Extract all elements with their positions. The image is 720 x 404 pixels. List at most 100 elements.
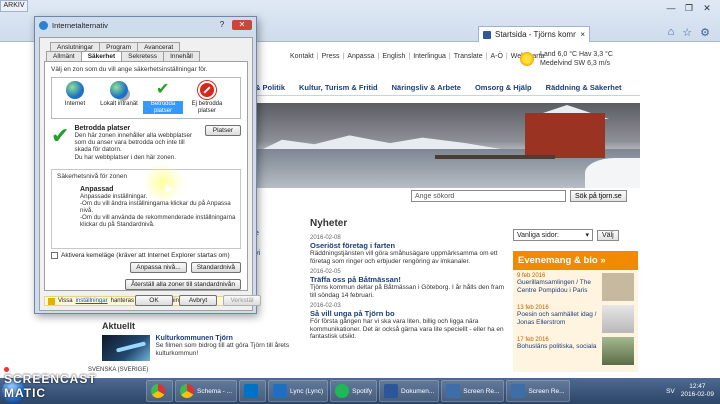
settings-gear-icon[interactable]: ⚙: [700, 26, 710, 39]
custom-level-button[interactable]: Anpassa nivå...: [130, 261, 187, 273]
event-item[interactable]: 13 feb 2016 Poesin och samhället idag / …: [517, 305, 634, 333]
taskbar-item-schema[interactable]: Schema - ...: [175, 380, 238, 402]
tab-privacy[interactable]: Sekretess: [121, 51, 165, 61]
dialog-close-button[interactable]: ✕: [232, 20, 252, 30]
tab-security[interactable]: Säkerhet: [80, 51, 123, 61]
protected-mode-row[interactable]: Aktivera kemeläge (kräver att Internet E…: [51, 251, 241, 259]
top-link-interlingua[interactable]: Interlingua: [410, 53, 449, 60]
trusted-checkmark-icon: ✔: [51, 123, 70, 148]
zone-info: ✔ Betrodda platser Den här zonen innehål…: [51, 125, 241, 161]
globe-icon: [66, 81, 84, 99]
news-headline[interactable]: Så vill unga på Tjörn bo: [310, 309, 510, 318]
common-pages-select[interactable]: Vanliga sidor: ▾: [513, 229, 593, 241]
favorites-icon[interactable]: ☆: [682, 26, 692, 39]
taskbar-item-lync[interactable]: Lync (Lync): [268, 380, 329, 402]
browser-tab[interactable]: Startsida - Tjörns kommun ×: [478, 26, 590, 42]
weather-temperature: Land 6,0 °C Hav 3,3 °C: [540, 51, 613, 58]
taskbar-label: Spotify: [352, 387, 373, 395]
news-item: 2016-02-08 Oseriöst företag i farten Räd…: [310, 235, 510, 265]
level-buttons: Anpassa nivå... Standardnivå: [51, 261, 241, 273]
close-window-button[interactable]: ✕: [700, 2, 714, 14]
aktuellt-video-thumbnail[interactable]: [102, 335, 150, 361]
taskbar-items: Schema - ... Lync (Lync) Spotify Dokumen…: [146, 380, 570, 402]
taskbar-item-screen-1[interactable]: Screen Re...: [441, 380, 505, 402]
screen-icon: [446, 384, 461, 398]
event-item[interactable]: 17 feb 2016 Bohusläns politiska, sociala: [517, 337, 634, 365]
top-link-customize[interactable]: Anpassa: [344, 53, 377, 60]
keyboard-language: SVENSKA (SVERIGE): [88, 367, 149, 373]
settings-link[interactable]: inställningar: [76, 298, 108, 304]
zone-local-intranet[interactable]: Lokalt intranät: [99, 81, 139, 115]
taskbar-item-word[interactable]: Dokumen...: [379, 380, 440, 402]
chrome-icon: [151, 384, 165, 398]
aktuellt-item[interactable]: Kulturkommunen Tjörn Se filmen som bidro…: [102, 335, 292, 361]
nav-politics[interactable]: & Politik: [255, 83, 285, 92]
zone-intro: Välj en zon som du vill ange säkerhetsin…: [51, 66, 208, 73]
lync-icon: [273, 384, 288, 398]
word-icon: [384, 384, 399, 398]
news-headline[interactable]: Oseriöst företag i farten: [310, 241, 510, 250]
aktuellt-headline[interactable]: Kulturkommunen Tjörn: [156, 335, 292, 342]
taskbar-item-spotify[interactable]: Spotify: [330, 380, 378, 402]
hero-image: [255, 103, 640, 188]
zone-internet[interactable]: Internet: [55, 81, 95, 115]
hero-house: [525, 113, 605, 158]
event-text[interactable]: Bohusläns politiska, sociala: [517, 343, 598, 351]
language-indicator[interactable]: SV: [666, 388, 675, 395]
minimize-button[interactable]: —: [664, 2, 678, 14]
search-button[interactable]: Sök på tjorn.se: [570, 190, 627, 202]
select-value: Vanliga sidor:: [517, 231, 559, 239]
news-text: Tjörns kommun deltar på Båtmässan i Göte…: [310, 284, 505, 299]
nav-care[interactable]: Omsorg & Hjälp: [475, 83, 532, 92]
cancel-button[interactable]: Avbryt: [179, 295, 217, 306]
protected-mode-checkbox[interactable]: [51, 251, 58, 259]
event-text[interactable]: Guerillamsamlingen / The Centre Pompidou…: [517, 279, 598, 294]
record-dot-icon: [4, 366, 9, 372]
hero-pier: [435, 155, 555, 159]
zone-description-2: Du har webbplatser i den här zonen.: [74, 153, 176, 161]
news-item: 2016-02-03 Så vill unga på Tjörn bo För …: [310, 303, 510, 341]
screen-icon: [511, 384, 526, 398]
clock[interactable]: 12:47 2016-02-09: [681, 383, 714, 399]
tab-general[interactable]: Allmänt: [46, 51, 82, 61]
tab-content[interactable]: Innehåll: [163, 51, 200, 61]
choose-button[interactable]: Välj: [597, 229, 619, 241]
taskbar-label: Screen Re...: [528, 387, 565, 395]
maximize-button[interactable]: ❐: [682, 2, 696, 14]
news-headline[interactable]: Träffa oss på Båtmässan!: [310, 275, 510, 284]
default-level-button[interactable]: Standardnivå: [190, 261, 241, 273]
apply-button[interactable]: Verkstäl: [223, 295, 261, 306]
home-icon[interactable]: ⌂: [668, 26, 675, 39]
news-title: Nyheter: [310, 218, 348, 229]
nav-rescue[interactable]: Räddning & Säkerhet: [546, 83, 622, 92]
ok-button[interactable]: OK: [135, 295, 173, 306]
sites-button[interactable]: Platser: [204, 125, 241, 136]
zone-restricted-sites[interactable]: Ej betrodda platser: [187, 81, 227, 115]
browser-tools: ⌂ ☆ ⚙: [668, 26, 710, 39]
hero-snow: [585, 158, 640, 188]
top-link-translate[interactable]: Translate: [451, 53, 486, 60]
top-link-a-o[interactable]: A-Ö: [487, 53, 505, 60]
nav-business[interactable]: Näringsliv & Arbete: [392, 83, 461, 92]
nav-culture[interactable]: Kultur, Turism & Fritid: [299, 83, 378, 92]
events-title[interactable]: Evenemang & bio »: [513, 251, 638, 270]
taskbar-item-chrome[interactable]: [146, 380, 173, 402]
search-input[interactable]: [411, 190, 566, 202]
no-entry-icon: [198, 81, 216, 99]
taskbar-item-screen-2[interactable]: Screen Re...: [506, 380, 570, 402]
dialog-titlebar: Internetalternativ ? ✕: [35, 17, 256, 33]
event-item[interactable]: 9 feb 2016 Guerillamsamlingen / The Cent…: [517, 273, 634, 301]
event-text[interactable]: Poesin och samhället idag / Jonas Ellers…: [517, 311, 598, 326]
top-link-english[interactable]: English: [379, 53, 408, 60]
reset-all-zones-button[interactable]: Återställ alla zoner till standardnivån: [124, 278, 241, 290]
event-thumbnail: [602, 305, 634, 333]
archive-label: ARKIV: [0, 0, 28, 12]
zone-trusted-sites[interactable]: Betrodda platser: [143, 79, 183, 115]
top-link-press[interactable]: Press: [319, 53, 343, 60]
taskbar-item-outlook[interactable]: [239, 380, 267, 402]
tab-close-icon[interactable]: ×: [580, 30, 585, 39]
window-controls: — ❐ ✕: [664, 2, 714, 14]
top-link-contact[interactable]: Kontakt: [287, 53, 317, 60]
help-button[interactable]: ?: [216, 20, 228, 30]
protected-mode-label: Aktivera kemeläge (kräver att Internet E…: [61, 251, 230, 259]
